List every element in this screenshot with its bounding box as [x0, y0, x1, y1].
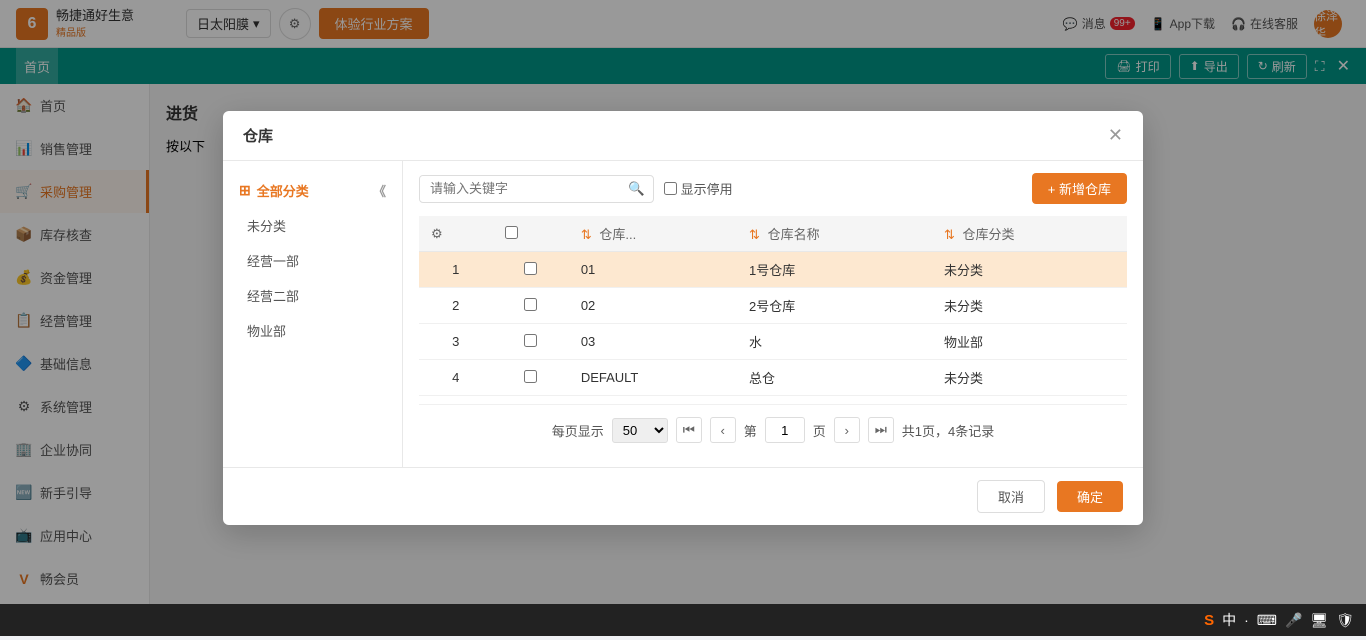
- row-num: 3: [419, 324, 493, 360]
- category-sidebar: ⊞ 全部分类 《 未分类 经营一部 经营二部 物业部: [223, 161, 403, 467]
- page-first-button[interactable]: ⏮: [676, 417, 702, 443]
- row-name: 水: [737, 324, 932, 360]
- row-code: 03: [569, 324, 737, 360]
- collapse-icon[interactable]: 《: [373, 181, 386, 200]
- monitor-icon: 🖥: [1310, 612, 1328, 629]
- search-input[interactable]: [420, 176, 620, 201]
- cat-item-unclassified[interactable]: 未分类: [223, 208, 402, 243]
- row-name: 2号仓库: [737, 288, 932, 324]
- show-disabled-label[interactable]: 显示停用: [664, 179, 733, 198]
- row-checkbox[interactable]: [524, 334, 537, 347]
- row-checkbox[interactable]: [524, 262, 537, 275]
- row-checkbox-cell: [493, 324, 569, 360]
- col-name: ⇅ 仓库名称: [737, 216, 932, 252]
- page-prev-button[interactable]: ‹: [710, 417, 736, 443]
- per-page-label: 每页显示: [552, 421, 604, 440]
- modal-title: 仓库: [243, 125, 273, 146]
- col-code: ⇅ 仓库...: [569, 216, 737, 252]
- confirm-button[interactable]: 确定: [1057, 481, 1123, 512]
- cancel-button[interactable]: 取消: [977, 480, 1045, 513]
- row-name: 1号仓库: [737, 252, 932, 288]
- page-number-input[interactable]: [765, 417, 805, 443]
- row-checkbox-cell: [493, 288, 569, 324]
- table-area: 🔍 显示停用 + 新增仓库 ⚙: [403, 161, 1143, 467]
- modal-footer: 取消 确定: [223, 467, 1143, 525]
- page-prefix-label: 第: [744, 421, 757, 440]
- category-header[interactable]: ⊞ 全部分类 《: [223, 173, 402, 208]
- row-category: 未分类: [932, 288, 1127, 324]
- row-checkbox[interactable]: [524, 298, 537, 311]
- sort-name-icon: ⇅: [749, 227, 760, 242]
- row-name: 总仓: [737, 360, 932, 396]
- modal-close-button[interactable]: ✕: [1108, 125, 1123, 146]
- row-category: 未分类: [932, 360, 1127, 396]
- mic-icon: 🎤: [1285, 612, 1302, 629]
- dot-icon: ·: [1244, 612, 1249, 628]
- select-all-checkbox[interactable]: [505, 226, 518, 239]
- cat-item-ops1[interactable]: 经营一部: [223, 243, 402, 278]
- page-total-info: 共1页，4条记录: [902, 421, 994, 440]
- row-category: 未分类: [932, 252, 1127, 288]
- table-toolbar: 🔍 显示停用 + 新增仓库: [419, 173, 1127, 204]
- table-row[interactable]: 4 DEFAULT 总仓 未分类: [419, 360, 1127, 396]
- search-icon: 🔍: [628, 181, 645, 196]
- modal-body: ⊞ 全部分类 《 未分类 经营一部 经营二部 物业部: [223, 161, 1143, 467]
- modal-overlay[interactable]: 仓库 ✕ ⊞ 全部分类 《 未分类 经营一部 经营二部: [0, 0, 1366, 636]
- col-category: ⇅ 仓库分类: [932, 216, 1127, 252]
- per-page-select[interactable]: 50 20 100: [612, 418, 668, 443]
- row-num: 2: [419, 288, 493, 324]
- col-settings: ⚙: [419, 216, 493, 252]
- grid-icon: ⊞: [239, 182, 251, 199]
- search-button[interactable]: 🔍: [620, 176, 653, 202]
- shield-icon: 🛡: [1336, 612, 1354, 629]
- table-header-row: ⚙ ⇅ 仓库... ⇅ 仓库名称: [419, 216, 1127, 252]
- warehouse-table: ⚙ ⇅ 仓库... ⇅ 仓库名称: [419, 216, 1127, 396]
- keyboard-icon: ⌨: [1257, 612, 1277, 629]
- show-disabled-checkbox[interactable]: [664, 182, 677, 195]
- col-checkbox: [493, 216, 569, 252]
- sort-cat-icon: ⇅: [944, 227, 955, 242]
- modal-header: 仓库 ✕: [223, 111, 1143, 161]
- zhong-icon: 中: [1222, 610, 1236, 630]
- cat-item-property[interactable]: 物业部: [223, 313, 402, 348]
- row-code: 02: [569, 288, 737, 324]
- category-all-label: 全部分类: [257, 181, 309, 200]
- cat-item-ops2[interactable]: 经营二部: [223, 278, 402, 313]
- s-logo: S: [1204, 612, 1214, 629]
- search-wrap: 🔍: [419, 175, 654, 203]
- row-category: 物业部: [932, 324, 1127, 360]
- table-row[interactable]: 2 02 2号仓库 未分类: [419, 288, 1127, 324]
- sort-code-icon: ⇅: [581, 227, 592, 242]
- page-last-button[interactable]: ⏭: [868, 417, 894, 443]
- row-checkbox-cell: [493, 252, 569, 288]
- status-bar: S 中 · ⌨ 🎤 🖥 🛡: [0, 604, 1366, 636]
- row-code: DEFAULT: [569, 360, 737, 396]
- table-row[interactable]: 3 03 水 物业部: [419, 324, 1127, 360]
- add-warehouse-button[interactable]: + 新增仓库: [1032, 173, 1127, 204]
- row-num: 4: [419, 360, 493, 396]
- row-checkbox-cell: [493, 360, 569, 396]
- col-settings-icon: ⚙: [431, 226, 443, 241]
- page-next-button[interactable]: ›: [834, 417, 860, 443]
- pagination: 每页显示 50 20 100 ⏮ ‹ 第 页 › ⏭ 共1页，4条记录: [419, 404, 1127, 455]
- row-code: 01: [569, 252, 737, 288]
- table-row[interactable]: 1 01 1号仓库 未分类: [419, 252, 1127, 288]
- row-checkbox[interactable]: [524, 370, 537, 383]
- warehouse-modal: 仓库 ✕ ⊞ 全部分类 《 未分类 经营一部 经营二部: [223, 111, 1143, 525]
- row-num: 1: [419, 252, 493, 288]
- page-suffix-label: 页: [813, 421, 826, 440]
